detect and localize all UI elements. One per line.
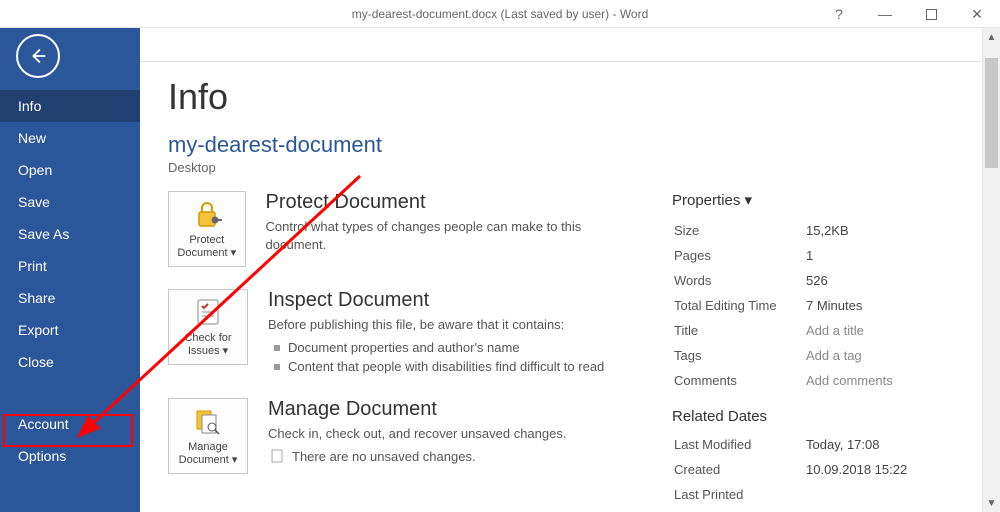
section-protect: Protect Document ▾ Protect Document Cont… [168,191,632,267]
prop-row: Words526 [674,269,960,292]
check-button-label: Check for Issues ▾ [173,332,243,358]
help-button[interactable]: ? [816,0,862,28]
protect-title: Protect Document [266,191,633,214]
document-name[interactable]: my-dearest-document [168,132,972,158]
prop-row: CommentsAdd comments [674,369,960,392]
sidebar-item-info[interactable]: Info [0,90,140,122]
minimize-button[interactable]: — [862,0,908,28]
manage-button-label: Manage Document ▾ [173,441,243,467]
prop-row: TagsAdd a tag [674,344,960,367]
close-button[interactable]: ✕ [954,0,1000,28]
sidebar-item-open[interactable]: Open [0,154,140,186]
documents-icon [192,405,224,437]
properties-panel: Properties ▾ Size15,2KB Pages1 Words526 … [672,191,972,508]
window-title: my-dearest-document.docx (Last saved by … [352,7,649,21]
sidebar-item-share[interactable]: Share [0,282,140,314]
section-manage: Manage Document ▾ Manage Document Check … [168,398,632,474]
date-row: Last Printed [674,483,960,506]
sidebar-item-export[interactable]: Export [0,314,140,346]
prop-row: TitleAdd a title [674,319,960,342]
sidebar-item-options[interactable]: Options [0,440,140,472]
sidebar-item-print[interactable]: Print [0,250,140,282]
prop-row: Pages1 [674,244,960,267]
back-arrow-icon [27,45,49,67]
manage-list: There are no unsaved changes. [268,447,566,466]
inspect-list: Document properties and author's name Co… [268,338,604,376]
manage-document-button[interactable]: Manage Document ▾ [168,398,248,474]
check-issues-button[interactable]: Check for Issues ▾ [168,289,248,365]
scroll-thumb[interactable] [985,58,998,168]
manage-nochanges: There are no unsaved changes. [268,447,566,466]
document-location[interactable]: Desktop [168,160,972,175]
section-inspect: Check for Issues ▾ Inspect Document Befo… [168,289,632,376]
sidebar-item-new[interactable]: New [0,122,140,154]
date-row: Last ModifiedToday, 17:08 [674,433,960,456]
prop-row: Size15,2KB [674,219,960,242]
protect-body: Protect Document Control what types of c… [266,191,633,267]
protect-desc: Control what types of changes people can… [266,218,633,254]
vertical-scrollbar[interactable]: ▲ ▼ [982,28,1000,512]
lock-icon [191,198,223,230]
inspect-body: Inspect Document Before publishing this … [268,289,604,376]
main-area: Info New Open Save Save As Print Share E… [0,28,1000,512]
sidebar-item-account[interactable]: Account [0,408,140,440]
backstage-sidebar: Info New Open Save Save As Print Share E… [0,28,140,512]
inspect-title: Inspect Document [268,289,604,312]
checklist-icon [192,296,224,328]
sidebar-item-saveas[interactable]: Save As [0,218,140,250]
header-strip [140,28,1000,62]
info-area: Info my-dearest-document Desktop P [140,62,1000,512]
title-bar: my-dearest-document.docx (Last saved by … [0,0,1000,28]
sidebar-item-save[interactable]: Save [0,186,140,218]
window-controls: ? — ✕ [816,0,1000,28]
properties-table: Size15,2KB Pages1 Words526 Total Editing… [672,217,962,394]
document-small-icon [270,449,284,463]
content-pane: Info my-dearest-document Desktop P [140,28,1000,512]
maximize-button[interactable] [908,0,954,28]
inspect-item: Content that people with disabilities fi… [268,357,604,376]
protect-button-label: Protect Document ▾ [173,234,241,260]
related-dates-header: Related Dates [672,408,962,425]
properties-header[interactable]: Properties ▾ [672,191,962,209]
protect-document-button[interactable]: Protect Document ▾ [168,191,246,267]
sidebar-item-close[interactable]: Close [0,346,140,378]
inspect-desc: Before publishing this file, be aware th… [268,316,604,334]
dates-table: Last ModifiedToday, 17:08 Created10.09.2… [672,431,962,508]
prop-row: Total Editing Time7 Minutes [674,294,960,317]
manage-body: Manage Document Check in, check out, and… [268,398,566,474]
date-row: Created10.09.2018 15:22 [674,458,960,481]
page-title: Info [168,76,972,118]
manage-desc: Check in, check out, and recover unsaved… [268,425,566,443]
scroll-down-arrow[interactable]: ▼ [983,494,1000,512]
manage-title: Manage Document [268,398,566,421]
inspect-item: Document properties and author's name [268,338,604,357]
back-button[interactable] [16,34,60,78]
scroll-up-arrow[interactable]: ▲ [983,28,1000,46]
left-column: Protect Document ▾ Protect Document Cont… [168,191,632,508]
